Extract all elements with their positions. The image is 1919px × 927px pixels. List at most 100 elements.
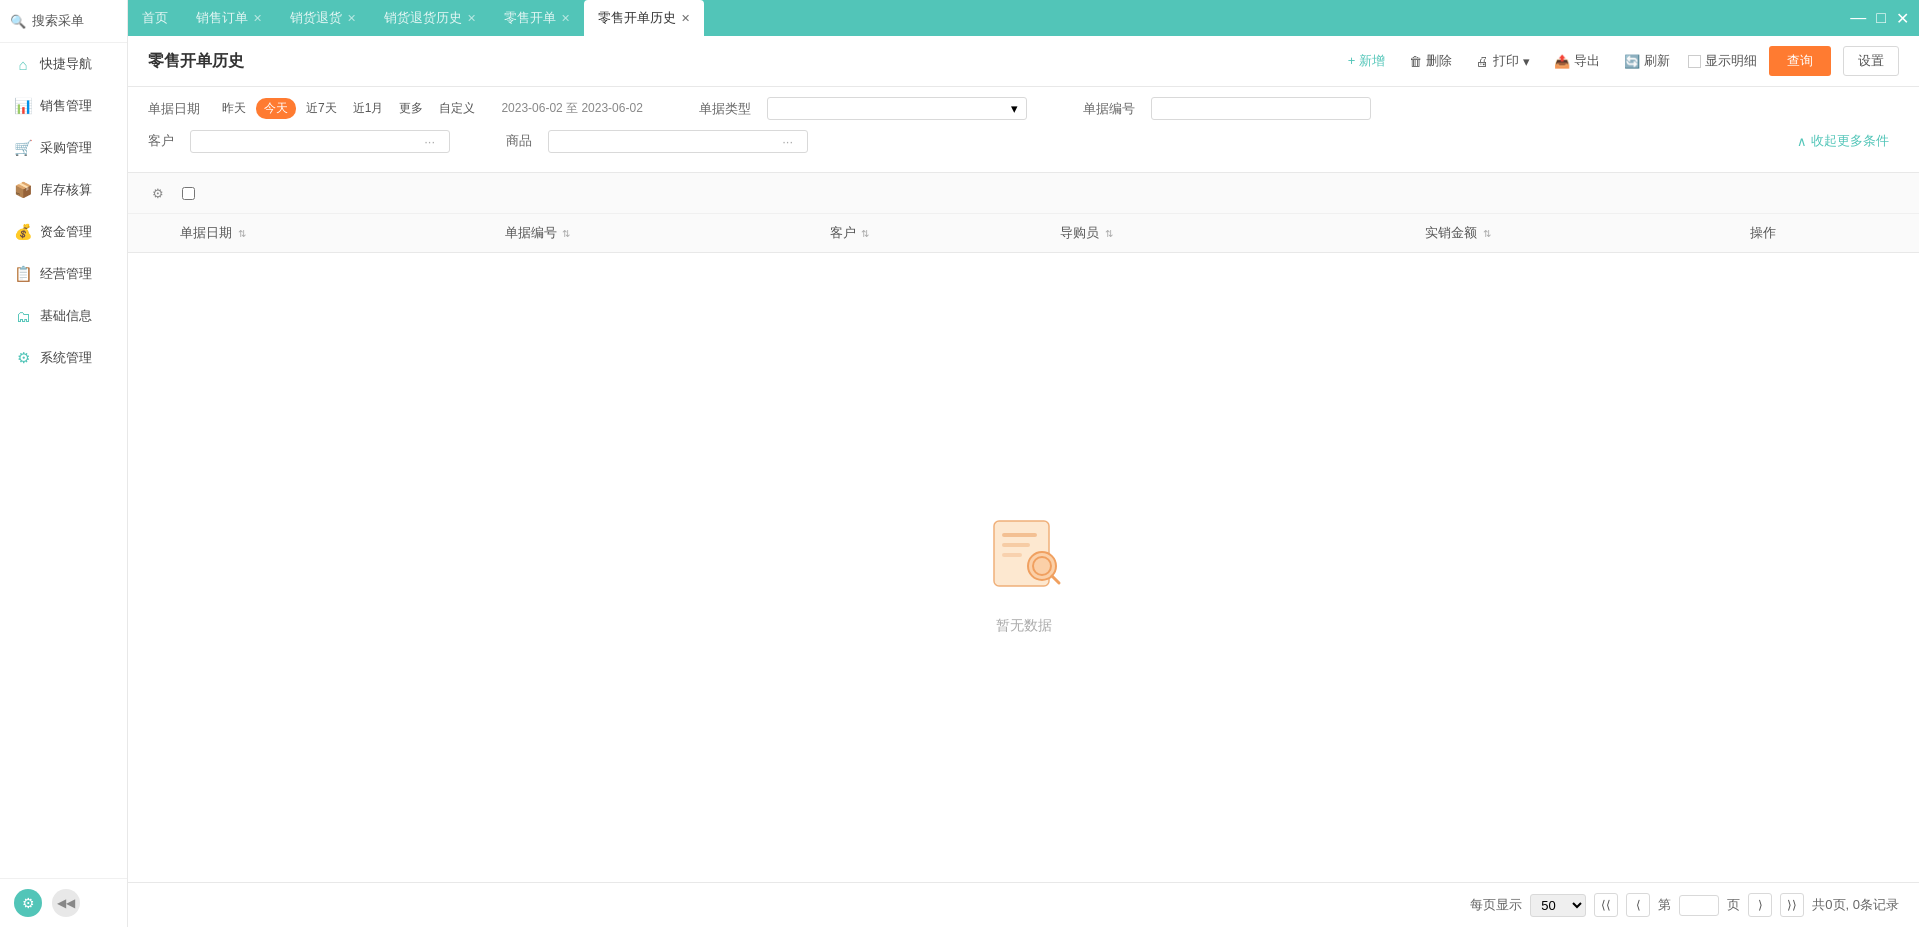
- empty-text: 暂无数据: [996, 617, 1052, 635]
- page-next-button[interactable]: ⟩: [1748, 893, 1772, 917]
- sidebar-item-label: 快捷导航: [40, 55, 92, 73]
- shortcut-today[interactable]: 今天: [256, 98, 296, 119]
- export-label: 导出: [1574, 52, 1600, 70]
- tab-sales-order-close[interactable]: ✕: [253, 12, 262, 25]
- sort-date-icon[interactable]: ⇅: [238, 228, 246, 239]
- sidebar-item-label: 资金管理: [40, 223, 92, 241]
- page-title: 零售开单历史: [148, 51, 244, 72]
- sidebar-item-label: 经营管理: [40, 265, 92, 283]
- tab-home[interactable]: 首页: [128, 0, 182, 36]
- shortcut-yesterday[interactable]: 昨天: [216, 98, 252, 119]
- tab-retail-history-close[interactable]: ✕: [681, 12, 690, 25]
- sort-number-icon[interactable]: ⇅: [562, 228, 570, 239]
- tab-retail-open[interactable]: 零售开单 ✕: [490, 0, 584, 36]
- sidebar-item-quick-nav[interactable]: ⌂ 快捷导航: [0, 43, 127, 85]
- minimize-button[interactable]: —: [1850, 9, 1866, 27]
- th-date[interactable]: 单据日期 ⇅: [168, 214, 493, 253]
- svg-line-7: [1052, 576, 1059, 583]
- sidebar-item-purchase-mgmt[interactable]: 🛒 采购管理: [0, 127, 127, 169]
- sidebar-item-sales-mgmt[interactable]: 📊 销售管理: [0, 85, 127, 127]
- tab-sales-return-history[interactable]: 销货退货历史 ✕: [370, 0, 490, 36]
- refresh-icon: 🔄: [1624, 54, 1640, 69]
- th-number[interactable]: 单据编号 ⇅: [493, 214, 818, 253]
- print-label: 打印: [1493, 52, 1519, 70]
- collapse-sidebar-button[interactable]: ◀◀: [52, 889, 80, 917]
- goods-filter-select[interactable]: ···: [548, 130, 808, 153]
- collapse-chevron-icon: ∧: [1797, 134, 1807, 149]
- tab-sales-return-history-label: 销货退货历史: [384, 9, 462, 27]
- collapse-more-btn[interactable]: ∧ 收起更多条件: [1787, 128, 1899, 154]
- th-customer[interactable]: 客户 ⇅: [818, 214, 1049, 253]
- per-page-select[interactable]: 50 100 200: [1530, 894, 1586, 917]
- sort-salesperson-icon[interactable]: ⇅: [1105, 228, 1113, 239]
- tab-sales-return-history-close[interactable]: ✕: [467, 12, 476, 25]
- shortcut-7days[interactable]: 近7天: [300, 98, 343, 119]
- sidebar-item-inventory[interactable]: 📦 库存核算: [0, 169, 127, 211]
- tab-retail-history[interactable]: 零售开单历史 ✕: [584, 0, 704, 36]
- column-settings-button[interactable]: ⚙: [144, 179, 172, 207]
- number-filter-input[interactable]: [1151, 97, 1371, 120]
- add-button[interactable]: + 新增: [1342, 48, 1391, 74]
- print-dropdown-icon: ▾: [1523, 54, 1530, 69]
- page-first-button[interactable]: ⟨⟨: [1594, 893, 1618, 917]
- sidebar-item-label: 销售管理: [40, 97, 92, 115]
- empty-icon: [974, 501, 1074, 601]
- table-header-row: 单据日期 ⇅ 单据编号 ⇅ 客户 ⇅ 导购员 ⇅: [128, 214, 1919, 253]
- show-detail-toggle[interactable]: 显示明细: [1688, 52, 1757, 70]
- th-amount[interactable]: 实销金额 ⇅: [1413, 214, 1738, 253]
- select-all-checkbox[interactable]: [182, 187, 195, 200]
- goods-filter-label: 商品: [506, 132, 532, 150]
- type-filter-arrow: ▾: [1011, 101, 1018, 116]
- customer-ellipsis[interactable]: ···: [418, 134, 441, 149]
- goods-ellipsis[interactable]: ···: [776, 134, 799, 149]
- delete-button[interactable]: 🗑 删除: [1403, 48, 1458, 74]
- sidebar-search[interactable]: 🔍 搜索采单: [0, 0, 127, 43]
- customer-filter-label: 客户: [148, 132, 174, 150]
- settings-button[interactable]: ⚙: [14, 889, 42, 917]
- tab-sales-return-close[interactable]: ✕: [347, 12, 356, 25]
- data-table: 单据日期 ⇅ 单据编号 ⇅ 客户 ⇅ 导购员 ⇅: [128, 214, 1919, 253]
- page-number-input[interactable]: 1: [1679, 895, 1719, 916]
- date-range: 2023-06-02 至 2023-06-02: [501, 100, 642, 117]
- type-filter-select[interactable]: ▾: [767, 97, 1027, 120]
- print-button[interactable]: 🖨 打印 ▾: [1470, 48, 1536, 74]
- tab-sales-return-label: 销货退货: [290, 9, 342, 27]
- sidebar-item-sys-mgmt[interactable]: ⚙ 系统管理: [0, 337, 127, 379]
- sort-amount-icon[interactable]: ⇅: [1483, 228, 1491, 239]
- delete-label: 删除: [1426, 52, 1452, 70]
- tab-sales-order[interactable]: 销售订单 ✕: [182, 0, 276, 36]
- refresh-button[interactable]: 🔄 刷新: [1618, 48, 1676, 74]
- shortcut-custom[interactable]: 自定义: [433, 98, 481, 119]
- tab-home-label: 首页: [142, 9, 168, 27]
- sidebar-item-operations[interactable]: 📋 经营管理: [0, 253, 127, 295]
- page-prev-button[interactable]: ⟨: [1626, 893, 1650, 917]
- sidebar-item-finance[interactable]: 💰 资金管理: [0, 211, 127, 253]
- chart-icon: 📊: [14, 97, 32, 115]
- tabs-bar: 首页 销售订单 ✕ 销货退货 ✕ 销货退货历史 ✕ 零售开单 ✕ 零售开单历史 …: [128, 0, 1919, 36]
- query-button[interactable]: 查询: [1769, 46, 1831, 76]
- tab-sales-return[interactable]: 销货退货 ✕: [276, 0, 370, 36]
- main-area: 首页 销售订单 ✕ 销货退货 ✕ 销货退货历史 ✕ 零售开单 ✕ 零售开单历史 …: [128, 0, 1919, 927]
- money-icon: 💰: [14, 223, 32, 241]
- show-detail-checkbox[interactable]: [1688, 55, 1701, 68]
- type-filter-label: 单据类型: [699, 100, 751, 118]
- export-button[interactable]: 📤 导出: [1548, 48, 1606, 74]
- shortcut-more[interactable]: 更多: [393, 98, 429, 119]
- tab-retail-open-close[interactable]: ✕: [561, 12, 570, 25]
- filter-area: 单据日期 昨天 今天 近7天 近1月 更多 自定义 2023-06-02 至 2…: [128, 87, 1919, 173]
- maximize-button[interactable]: □: [1876, 9, 1886, 27]
- filter-settings-button[interactable]: 设置: [1843, 46, 1899, 76]
- th-salesperson[interactable]: 导购员 ⇅: [1048, 214, 1326, 253]
- page-suffix: 页: [1727, 896, 1740, 914]
- settings-icon: ⚙: [152, 186, 164, 201]
- collapse-label: 收起更多条件: [1811, 132, 1889, 150]
- empty-state: 暂无数据: [128, 253, 1919, 882]
- sort-customer-icon[interactable]: ⇅: [861, 228, 869, 239]
- close-button[interactable]: ✕: [1896, 9, 1909, 28]
- customer-filter-select[interactable]: ···: [190, 130, 450, 153]
- tab-retail-open-label: 零售开单: [504, 9, 556, 27]
- sidebar-item-basic-info[interactable]: 🗂 基础信息: [0, 295, 127, 337]
- shortcut-1month[interactable]: 近1月: [347, 98, 390, 119]
- page-last-button[interactable]: ⟩⟩: [1780, 893, 1804, 917]
- print-icon: 🖨: [1476, 54, 1489, 69]
